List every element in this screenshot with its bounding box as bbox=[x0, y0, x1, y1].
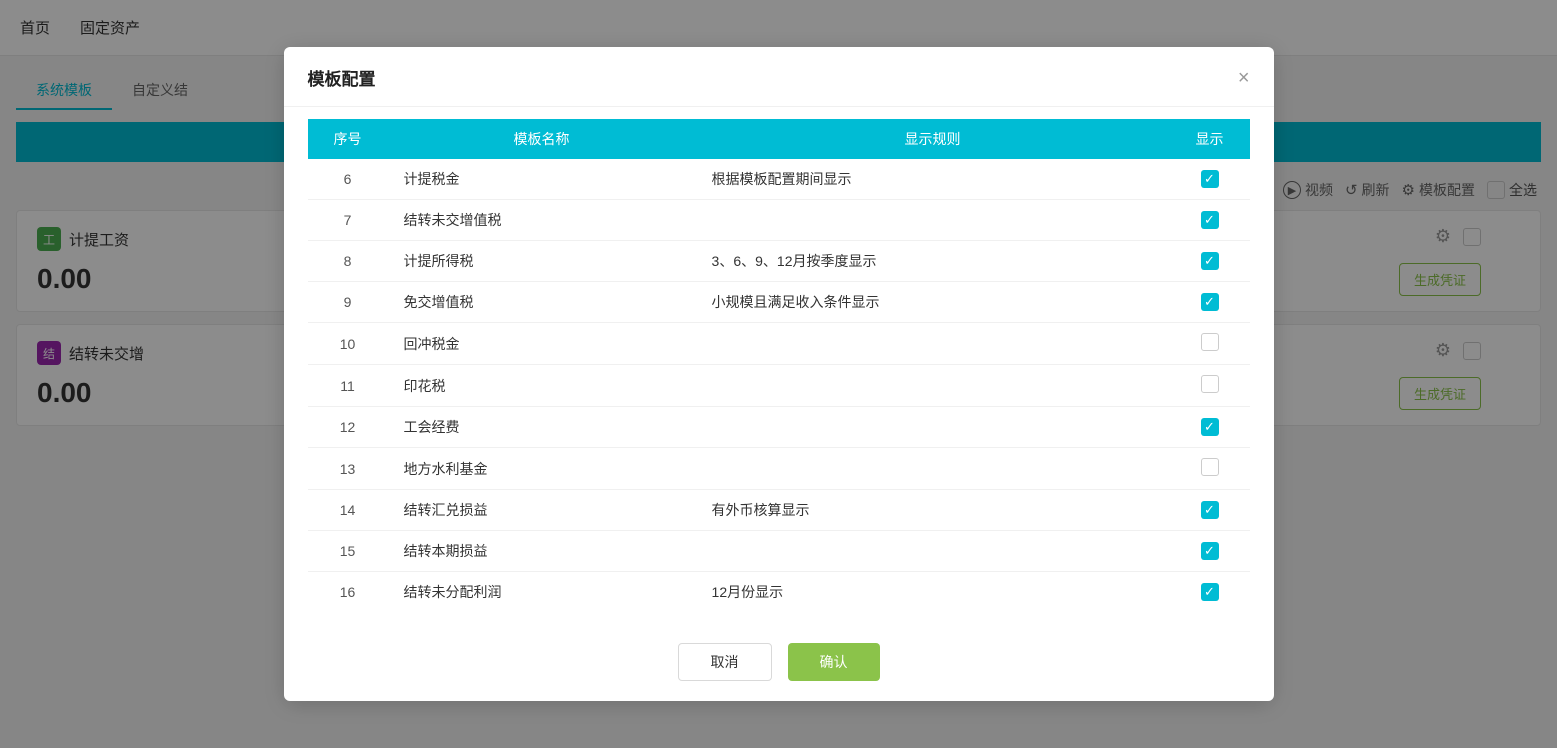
checkbox-unchecked[interactable] bbox=[1201, 458, 1219, 476]
col-header-name: 模板名称 bbox=[388, 119, 696, 159]
cell-display: ✓ bbox=[1170, 282, 1250, 323]
table-row: 8计提所得税3、6、9、12月按季度显示 ✓ bbox=[308, 241, 1250, 282]
cell-name: 结转未分配利润 bbox=[388, 572, 696, 608]
table-row: 7结转未交增值税 ✓ bbox=[308, 200, 1250, 241]
cell-display bbox=[1170, 448, 1250, 490]
cell-display: ✓ bbox=[1170, 407, 1250, 448]
cell-seq: 13 bbox=[308, 448, 388, 490]
cell-name: 计提所得税 bbox=[388, 241, 696, 282]
cell-display: ✓ bbox=[1170, 200, 1250, 241]
cell-rule: 12月份显示 bbox=[696, 572, 1170, 608]
cell-name: 结转汇兑损益 bbox=[388, 490, 696, 531]
col-header-display: 显示 bbox=[1170, 119, 1250, 159]
cell-seq: 15 bbox=[308, 531, 388, 572]
confirm-button[interactable]: 确认 bbox=[788, 643, 880, 681]
cell-seq: 14 bbox=[308, 490, 388, 531]
table-row: 14结转汇兑损益有外币核算显示 ✓ bbox=[308, 490, 1250, 531]
checkbox-checked[interactable]: ✓ bbox=[1201, 252, 1219, 270]
cell-display: ✓ bbox=[1170, 159, 1250, 200]
cell-rule: 有外币核算显示 bbox=[696, 490, 1170, 531]
col-header-seq: 序号 bbox=[308, 119, 388, 159]
table-row: 16结转未分配利润12月份显示 ✓ bbox=[308, 572, 1250, 608]
table-row: 6计提税金根据模板配置期间显示 ✓ bbox=[308, 159, 1250, 200]
dialog-header: 模板配置 × bbox=[284, 47, 1274, 107]
cell-rule bbox=[696, 407, 1170, 448]
table-row: 10回冲税金 bbox=[308, 323, 1250, 365]
col-header-rule: 显示规则 bbox=[696, 119, 1170, 159]
dialog-close-button[interactable]: × bbox=[1238, 68, 1250, 88]
table-row: 13地方水利基金 bbox=[308, 448, 1250, 490]
cell-display: ✓ bbox=[1170, 572, 1250, 608]
checkbox-checked[interactable]: ✓ bbox=[1201, 501, 1219, 519]
dialog-title: 模板配置 bbox=[308, 65, 376, 90]
dialog-body: 序号 模板名称 显示规则 显示 6计提税金根据模板配置期间显示✓7结转未交增值税… bbox=[284, 107, 1274, 627]
checkbox-unchecked[interactable] bbox=[1201, 375, 1219, 393]
table-row: 12工会经费 ✓ bbox=[308, 407, 1250, 448]
dialog-footer: 取消 确认 bbox=[284, 627, 1274, 701]
template-config-dialog: 模板配置 × 序号 模板名称 显示规则 显示 6计提税金根据模板配置期间显 bbox=[284, 47, 1274, 701]
cell-display: ✓ bbox=[1170, 490, 1250, 531]
checkbox-unchecked[interactable] bbox=[1201, 333, 1219, 351]
cell-name: 计提税金 bbox=[388, 159, 696, 200]
checkbox-checked[interactable]: ✓ bbox=[1201, 583, 1219, 601]
table-header-row: 序号 模板名称 显示规则 显示 bbox=[308, 119, 1250, 159]
table-row: 11印花税 bbox=[308, 365, 1250, 407]
cell-rule: 小规模且满足收入条件显示 bbox=[696, 282, 1170, 323]
cell-name: 印花税 bbox=[388, 365, 696, 407]
table-row: 9免交增值税小规模且满足收入条件显示 ✓ bbox=[308, 282, 1250, 323]
cell-seq: 16 bbox=[308, 572, 388, 608]
cell-name: 回冲税金 bbox=[388, 323, 696, 365]
cell-seq: 6 bbox=[308, 159, 388, 200]
cell-rule bbox=[696, 323, 1170, 365]
checkbox-checked[interactable]: ✓ bbox=[1201, 293, 1219, 311]
cell-name: 地方水利基金 bbox=[388, 448, 696, 490]
cell-name: 工会经费 bbox=[388, 407, 696, 448]
cell-seq: 10 bbox=[308, 323, 388, 365]
cell-seq: 11 bbox=[308, 365, 388, 407]
cell-rule: 根据模板配置期间显示 bbox=[696, 159, 1170, 200]
cell-name: 结转未交增值税 bbox=[388, 200, 696, 241]
cell-display: ✓ bbox=[1170, 531, 1250, 572]
cell-name: 免交增值税 bbox=[388, 282, 696, 323]
checkbox-checked[interactable]: ✓ bbox=[1201, 170, 1219, 188]
cell-seq: 8 bbox=[308, 241, 388, 282]
cell-rule: 3、6、9、12月按季度显示 bbox=[696, 241, 1170, 282]
config-table-scroll[interactable]: 序号 模板名称 显示规则 显示 6计提税金根据模板配置期间显示✓7结转未交增值税… bbox=[308, 107, 1250, 607]
cell-display: ✓ bbox=[1170, 241, 1250, 282]
cell-rule bbox=[696, 200, 1170, 241]
cancel-button[interactable]: 取消 bbox=[678, 643, 772, 681]
cell-rule bbox=[696, 365, 1170, 407]
checkbox-checked[interactable]: ✓ bbox=[1201, 542, 1219, 560]
checkbox-checked[interactable]: ✓ bbox=[1201, 211, 1219, 229]
cell-display bbox=[1170, 365, 1250, 407]
modal-overlay: 模板配置 × 序号 模板名称 显示规则 显示 6计提税金根据模板配置期间显 bbox=[0, 0, 1557, 748]
table-row: 15结转本期损益 ✓ bbox=[308, 531, 1250, 572]
cell-name: 结转本期损益 bbox=[388, 531, 696, 572]
cell-seq: 7 bbox=[308, 200, 388, 241]
cell-rule bbox=[696, 531, 1170, 572]
cell-seq: 12 bbox=[308, 407, 388, 448]
checkbox-checked[interactable]: ✓ bbox=[1201, 418, 1219, 436]
cell-seq: 9 bbox=[308, 282, 388, 323]
cell-display bbox=[1170, 323, 1250, 365]
config-table: 序号 模板名称 显示规则 显示 6计提税金根据模板配置期间显示✓7结转未交增值税… bbox=[308, 119, 1250, 607]
cell-rule bbox=[696, 448, 1170, 490]
